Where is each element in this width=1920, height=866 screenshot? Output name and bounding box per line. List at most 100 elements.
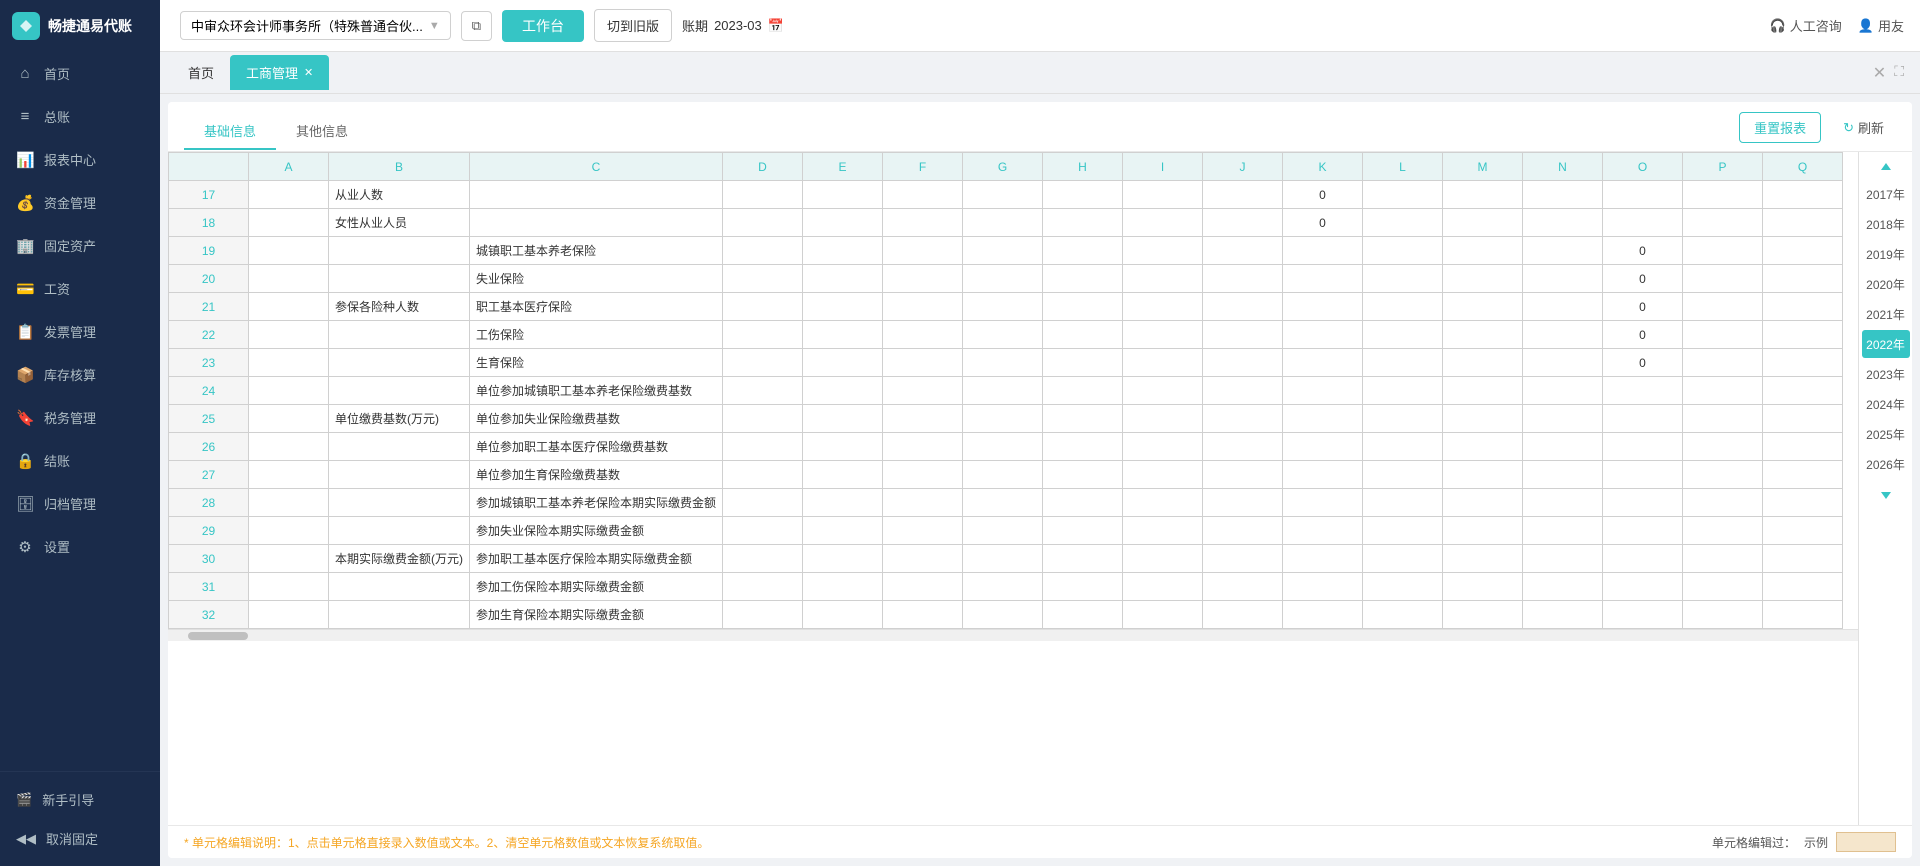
cell-22-n[interactable] (1523, 321, 1603, 349)
cell-23-i[interactable] (1123, 349, 1203, 377)
cell-29-q[interactable] (1763, 517, 1843, 545)
cell-25-l[interactable] (1363, 405, 1443, 433)
cell-23-e[interactable] (803, 349, 883, 377)
cell-31-k[interactable] (1283, 573, 1363, 601)
cell-24-o[interactable] (1603, 377, 1683, 405)
cell-27-q[interactable] (1763, 461, 1843, 489)
cell-32-g[interactable] (963, 601, 1043, 629)
cell-25-f[interactable] (883, 405, 963, 433)
cell-22-l[interactable] (1363, 321, 1443, 349)
sidebar-item-archive[interactable]: 🗄 归档管理 (0, 482, 160, 525)
cell-27-j[interactable] (1203, 461, 1283, 489)
cell-32-a[interactable] (249, 601, 329, 629)
cell-30-h[interactable] (1043, 545, 1123, 573)
cell-31-e[interactable] (803, 573, 883, 601)
cell-21-p[interactable] (1683, 293, 1763, 321)
cell-31-l[interactable] (1363, 573, 1443, 601)
cell-28-a[interactable] (249, 489, 329, 517)
cell-25-j[interactable] (1203, 405, 1283, 433)
cell-23-n[interactable] (1523, 349, 1603, 377)
cell-32-q[interactable] (1763, 601, 1843, 629)
sidebar-item-payroll[interactable]: 💳 工资 (0, 267, 160, 310)
cell-18-h[interactable] (1043, 209, 1123, 237)
cell-22-k[interactable] (1283, 321, 1363, 349)
cell-28-q[interactable] (1763, 489, 1843, 517)
cell-28-p[interactable] (1683, 489, 1763, 517)
cell-25-c[interactable]: 单位参加失业保险缴费基数 (470, 405, 723, 433)
cell-25-h[interactable] (1043, 405, 1123, 433)
cell-20-q[interactable] (1763, 265, 1843, 293)
cell-27-k[interactable] (1283, 461, 1363, 489)
cell-30-p[interactable] (1683, 545, 1763, 573)
cell-30-l[interactable] (1363, 545, 1443, 573)
cell-26-i[interactable] (1123, 433, 1203, 461)
cell-28-i[interactable] (1123, 489, 1203, 517)
cell-17-q[interactable] (1763, 181, 1843, 209)
sidebar-item-assets[interactable]: 🏢 固定资产 (0, 224, 160, 267)
cell-17-e[interactable] (803, 181, 883, 209)
cell-19-f[interactable] (883, 237, 963, 265)
cell-31-o[interactable] (1603, 573, 1683, 601)
cell-29-i[interactable] (1123, 517, 1203, 545)
cell-20-k[interactable] (1283, 265, 1363, 293)
cell-18-i[interactable] (1123, 209, 1203, 237)
cell-20-b[interactable] (329, 265, 470, 293)
cell-19-e[interactable] (803, 237, 883, 265)
cell-32-b[interactable] (329, 601, 470, 629)
year-2026[interactable]: 2026年 (1862, 450, 1910, 478)
year-2024[interactable]: 2024年 (1862, 390, 1910, 418)
cell-30-a[interactable] (249, 545, 329, 573)
cell-18-e[interactable] (803, 209, 883, 237)
cell-20-i[interactable] (1123, 265, 1203, 293)
cell-22-o[interactable]: 0 (1603, 321, 1683, 349)
cell-32-o[interactable] (1603, 601, 1683, 629)
cell-22-p[interactable] (1683, 321, 1763, 349)
cell-18-m[interactable] (1443, 209, 1523, 237)
cell-30-g[interactable] (963, 545, 1043, 573)
year-2020[interactable]: 2020年 (1862, 270, 1910, 298)
cell-29-o[interactable] (1603, 517, 1683, 545)
cell-17-k[interactable]: 0 (1283, 181, 1363, 209)
cell-27-m[interactable] (1443, 461, 1523, 489)
cell-21-n[interactable] (1523, 293, 1603, 321)
cell-25-q[interactable] (1763, 405, 1843, 433)
cell-29-p[interactable] (1683, 517, 1763, 545)
cell-24-g[interactable] (963, 377, 1043, 405)
cell-25-k[interactable] (1283, 405, 1363, 433)
cell-25-p[interactable] (1683, 405, 1763, 433)
cell-29-f[interactable] (883, 517, 963, 545)
cell-31-h[interactable] (1043, 573, 1123, 601)
sidebar-item-close[interactable]: 🔒 结账 (0, 439, 160, 482)
cell-27-n[interactable] (1523, 461, 1603, 489)
cell-30-m[interactable] (1443, 545, 1523, 573)
cell-19-m[interactable] (1443, 237, 1523, 265)
cell-20-c[interactable]: 失业保险 (470, 265, 723, 293)
cell-17-p[interactable] (1683, 181, 1763, 209)
cell-17-b[interactable]: 从业人数 (329, 181, 470, 209)
cell-17-a[interactable] (249, 181, 329, 209)
cell-31-a[interactable] (249, 573, 329, 601)
cell-30-c[interactable]: 参加职工基本医疗保险本期实际缴费金额 (470, 545, 723, 573)
cell-31-g[interactable] (963, 573, 1043, 601)
year-2022[interactable]: 2022年 (1862, 330, 1910, 358)
cell-19-k[interactable] (1283, 237, 1363, 265)
cell-19-a[interactable] (249, 237, 329, 265)
workbench-button[interactable]: 工作台 (502, 10, 584, 42)
cell-27-p[interactable] (1683, 461, 1763, 489)
cell-27-o[interactable] (1603, 461, 1683, 489)
cell-21-j[interactable] (1203, 293, 1283, 321)
cell-27-f[interactable] (883, 461, 963, 489)
cell-26-f[interactable] (883, 433, 963, 461)
cell-24-a[interactable] (249, 377, 329, 405)
cell-21-f[interactable] (883, 293, 963, 321)
sidebar-item-reports[interactable]: 📊 报表中心 (0, 138, 160, 181)
old-version-button[interactable]: 切到旧版 (594, 9, 672, 42)
cell-31-p[interactable] (1683, 573, 1763, 601)
cell-29-g[interactable] (963, 517, 1043, 545)
cell-29-m[interactable] (1443, 517, 1523, 545)
cell-28-k[interactable] (1283, 489, 1363, 517)
cell-25-b[interactable]: 单位缴费基数(万元) (329, 405, 470, 433)
cell-20-o[interactable]: 0 (1603, 265, 1683, 293)
cell-22-e[interactable] (803, 321, 883, 349)
year-2019[interactable]: 2019年 (1862, 240, 1910, 268)
